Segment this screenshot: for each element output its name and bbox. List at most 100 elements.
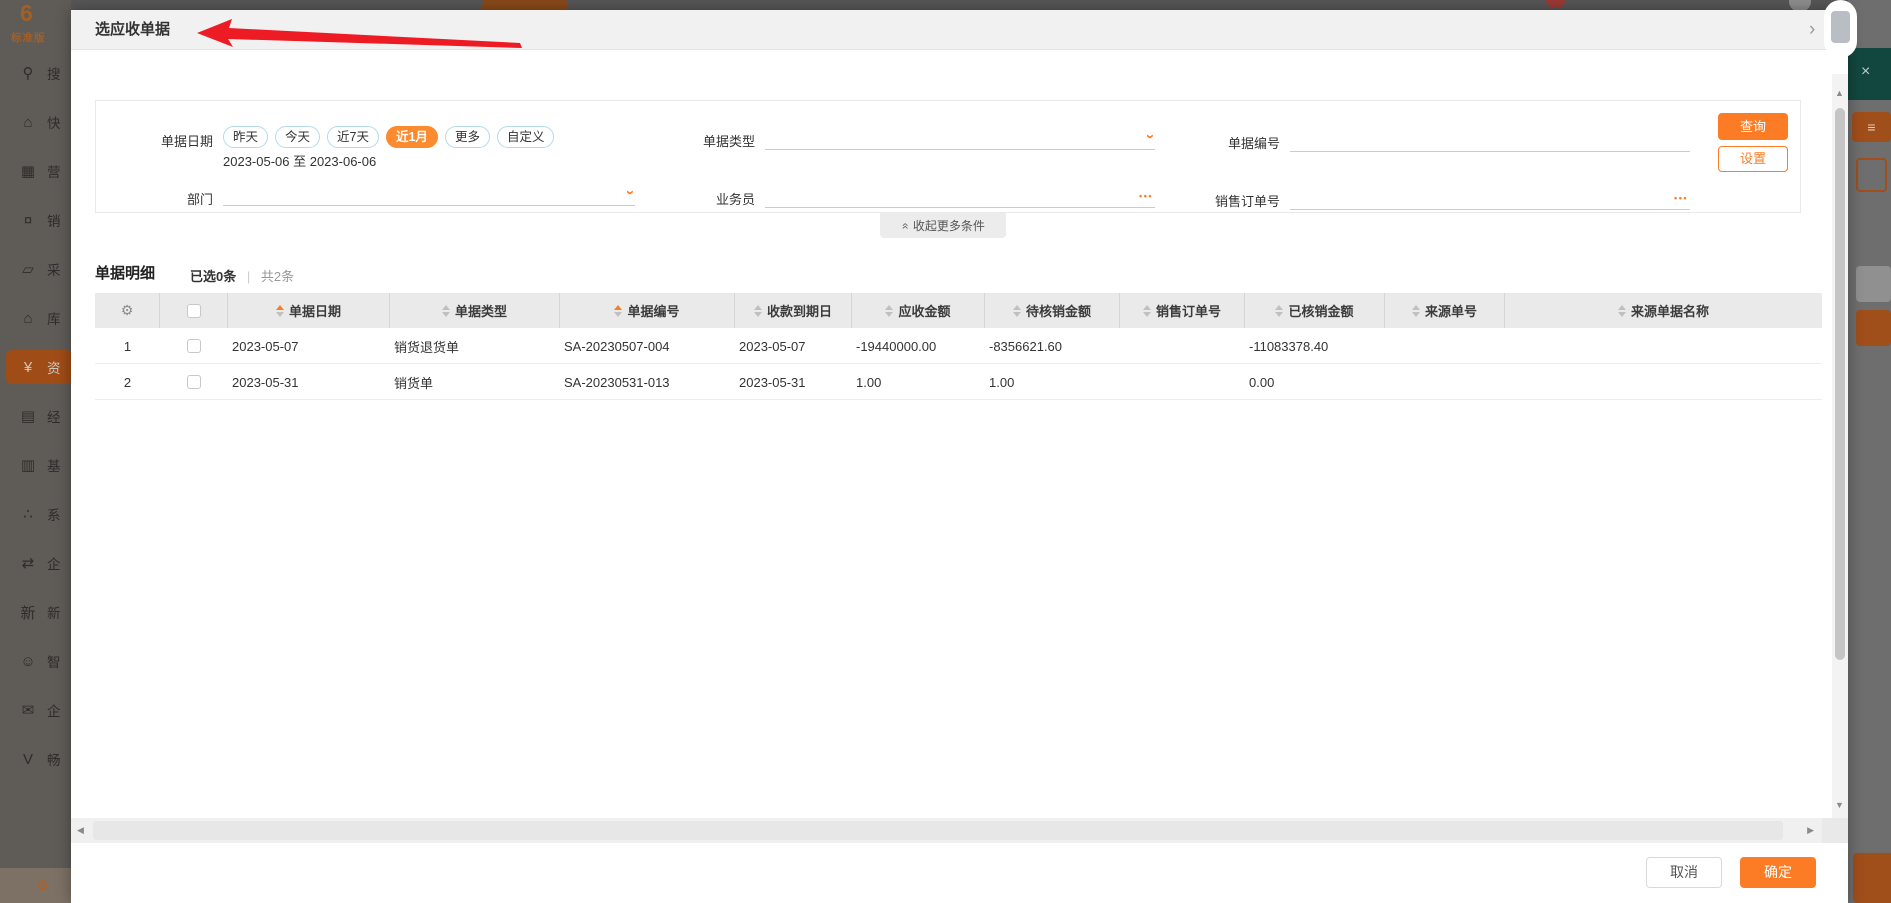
column-header-7[interactable]: 销售订单号 (1120, 293, 1245, 328)
sidebar-item-funds[interactable]: ¥ 资 (6, 350, 71, 384)
sort-arrows-icon[interactable] (1411, 304, 1420, 317)
sidebar-item-label: 智 (47, 655, 61, 670)
list-button[interactable]: ≡ (1852, 112, 1891, 142)
cell-doc_type: 销货单 (394, 375, 434, 391)
close-icon[interactable]: × (1861, 63, 1870, 81)
sort-arrows-icon[interactable] (1142, 304, 1151, 317)
sales-icon: ¤ (23, 211, 33, 229)
scrollbar-corner (1822, 818, 1848, 843)
background-orange-button (1856, 310, 1891, 346)
settings-button[interactable]: 设置 (1718, 146, 1788, 172)
date-pill[interactable]: 更多 (444, 126, 490, 148)
vertical-scrollbar[interactable]: ▲ ▼ (1832, 74, 1848, 818)
sort-arrows-icon[interactable] (614, 304, 623, 317)
date-pill[interactable]: 自定义 (496, 126, 555, 148)
sidebar-item-purchase[interactable]: ▱ 采 (6, 252, 71, 286)
date-pill[interactable]: 近7天 (327, 126, 379, 148)
cell-due_date: 2023-05-31 (739, 374, 806, 390)
column-header-6[interactable]: 待核销金额 (985, 293, 1120, 328)
table-body: 1 2023-05-07 销货退货单 SA-20230507-004 2023-05-0… (95, 328, 1822, 400)
cell-pending_amount: 1.00 (989, 374, 1015, 390)
select-all-checkbox[interactable] (186, 303, 201, 318)
sort-arrows-icon[interactable] (1275, 304, 1284, 317)
sort-arrows-icon[interactable] (275, 304, 284, 317)
checkbox-header[interactable] (160, 293, 228, 328)
table-row[interactable]: 2 2023-05-31 销货单 SA-20230531-013 2023-05-31 1… (95, 364, 1822, 400)
cell-sales_order_no (1120, 328, 1245, 364)
sidebar-item-messages[interactable]: ✉ 企 (6, 693, 71, 727)
collapse-more-conditions[interactable]: » 收起更多条件 (880, 213, 1006, 238)
sort-arrows-icon[interactable] (441, 304, 450, 317)
floating-widget[interactable] (1824, 0, 1857, 58)
sort-arrows-icon[interactable] (885, 304, 894, 317)
scroll-up-icon[interactable]: ▲ (1835, 88, 1844, 98)
sort-arrows-icon[interactable] (753, 304, 762, 317)
chevron-right-icon[interactable]: › (1809, 19, 1815, 41)
sort-arrows-icon[interactable] (1617, 304, 1626, 317)
doc-type-select[interactable]: › (765, 124, 1159, 150)
scroll-down-icon[interactable]: ▼ (1835, 800, 1844, 810)
messages-icon: ✉ (21, 702, 35, 719)
table-section-title: 单据明细 (95, 265, 156, 282)
doc-no-input[interactable] (1290, 126, 1690, 152)
row-checkbox[interactable] (187, 375, 201, 389)
sidebar-item-basic-data[interactable]: ▥ 基 (6, 448, 71, 482)
vertical-scrollbar-thumb[interactable] (1835, 108, 1845, 660)
column-header-3[interactable]: 单据编号 (560, 293, 735, 328)
column-settings-gear-icon[interactable]: ⚙ (121, 302, 134, 319)
smart-icon: ☺ (20, 652, 36, 670)
sidebar-item-inventory[interactable]: ⌂ 库 (6, 301, 71, 335)
sidebar-item-marketing[interactable]: ▦ 营 (6, 154, 71, 188)
cell-source_name (1505, 364, 1822, 400)
sidebar-item-search[interactable]: ⚲ 搜 (6, 56, 71, 90)
confirm-button[interactable]: 确定 (1740, 857, 1816, 888)
horizontal-scrollbar-thumb[interactable] (93, 821, 1783, 840)
cell-receivable_amount: -19440000.00 (856, 338, 937, 354)
column-header-5[interactable]: 应收金额 (852, 293, 985, 328)
sidebar-item-label: 采 (47, 263, 61, 278)
salesperson-picker[interactable]: ••• (765, 182, 1155, 208)
ellipsis-icon: ••• (1139, 191, 1153, 201)
sidebar-item-quick-home[interactable]: ⌂ 快 (6, 105, 71, 139)
sales-order-no-label: 销售订单号 (1214, 194, 1280, 209)
column-header-1[interactable]: 单据日期 (228, 293, 390, 328)
sort-arrows-icon[interactable] (1012, 304, 1021, 317)
date-pill[interactable]: 昨天 (223, 126, 269, 148)
sidebar-item-system[interactable]: ∴ 系 (6, 497, 71, 531)
column-settings-header[interactable]: ⚙ (95, 293, 160, 328)
query-button[interactable]: 查询 (1718, 113, 1788, 140)
column-header-2[interactable]: 单据类型 (390, 293, 560, 328)
marketing-icon: ▦ (20, 163, 36, 180)
sidebar-item-smart[interactable]: ☺ 智 (6, 644, 71, 678)
sales-order-no-picker[interactable]: ••• (1290, 184, 1690, 210)
sidebar-item-sales[interactable]: ¤ 销 (6, 203, 71, 237)
scroll-right-icon[interactable]: ▶ (1807, 825, 1814, 836)
date-range-value[interactable]: 2023-05-06 至 2023-06-06 (223, 151, 376, 170)
new-icon: 新 (20, 604, 36, 622)
column-header-4[interactable]: 收款到期日 (735, 293, 852, 328)
date-pill[interactable]: 今天 (275, 126, 321, 148)
column-header-8[interactable]: 已核销金额 (1245, 293, 1385, 328)
horizontal-scrollbar[interactable]: ◀ ▶ (71, 818, 1822, 843)
date-pill[interactable]: 近1月 (385, 126, 438, 148)
cell-doc_no: SA-20230507-004 (564, 338, 670, 354)
sidebar-item-enterprise[interactable]: ⇄ 企 (6, 546, 71, 580)
sidebar-item-label: 企 (47, 557, 61, 572)
column-header-10[interactable]: 来源单据名称 (1505, 293, 1822, 328)
table-row[interactable]: 1 2023-05-07 销货退货单 SA-20230507-004 2023-05-0… (95, 328, 1822, 364)
sidebar-item-chanjet-v[interactable]: V畅 (6, 742, 71, 776)
cell-source_name (1505, 328, 1822, 364)
background-help-panel: × (1848, 48, 1891, 100)
sidebar-item-operations[interactable]: ▤ 经 (6, 399, 71, 433)
chevron-down-icon: › (622, 190, 639, 195)
row-checkbox[interactable] (187, 339, 201, 353)
sidebar-item-new[interactable]: 新新 (6, 595, 71, 629)
cell-verified_amount: 0.00 (1249, 374, 1275, 390)
sidebar-item-label: 销 (47, 214, 61, 229)
column-header-9[interactable]: 来源单号 (1385, 293, 1505, 328)
sidebar: 6 标准版 ⚲ 搜 ⌂ 快 ▦ 营 ¤ 销 ▱ 采 ⌂ 库 ¥ 资 ▤ 经 ▥ 基 ∴ 系 ⇄ 企新新 ☺ 智 ✉ 企 V 畅 ⚙ (0, 0, 71, 903)
cancel-button[interactable]: 取消 (1646, 857, 1722, 888)
settings-gear-icon[interactable]: ⚙ (36, 877, 49, 894)
department-select[interactable]: › (223, 180, 639, 206)
scroll-left-icon[interactable]: ◀ (77, 825, 84, 836)
